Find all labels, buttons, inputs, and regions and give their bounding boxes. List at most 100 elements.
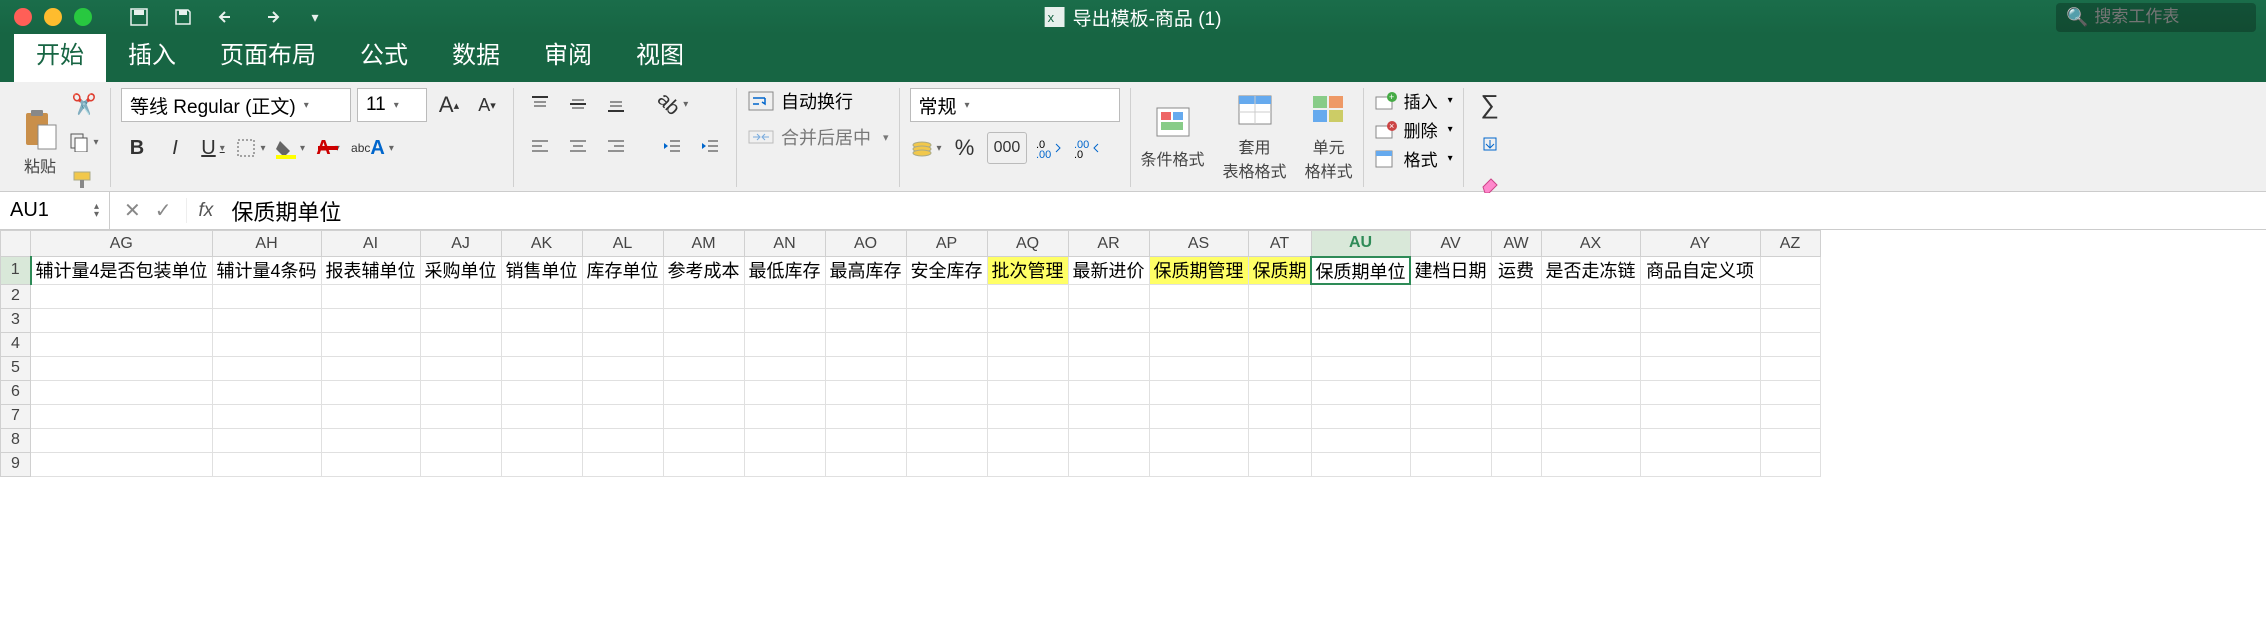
cell-AH5[interactable] — [212, 356, 321, 380]
cell-AJ6[interactable] — [420, 380, 501, 404]
cell-AR3[interactable] — [1068, 308, 1149, 332]
fill-color-button[interactable] — [273, 132, 306, 164]
font-color-button[interactable]: A — [312, 132, 344, 164]
cell-AR9[interactable] — [1068, 452, 1149, 476]
cell-AN4[interactable] — [744, 332, 825, 356]
cell-AG1[interactable]: 辅计量4是否包装单位 — [31, 257, 213, 285]
cell-AR7[interactable] — [1068, 404, 1149, 428]
cell-AU1[interactable]: 保质期单位 — [1311, 257, 1410, 285]
cell-AG7[interactable] — [31, 404, 213, 428]
search-sheet-box[interactable]: 🔍 — [2056, 3, 2256, 32]
cell-AS2[interactable] — [1149, 284, 1248, 308]
cell-AX5[interactable] — [1541, 356, 1640, 380]
cell-AW1[interactable]: 运费 — [1491, 257, 1541, 285]
cell-AN1[interactable]: 最低库存 — [744, 257, 825, 285]
col-header-AT[interactable]: AT — [1248, 231, 1311, 257]
cell-AM5[interactable] — [663, 356, 744, 380]
col-header-AM[interactable]: AM — [663, 231, 744, 257]
cell-AV6[interactable] — [1410, 380, 1491, 404]
cell-AH2[interactable] — [212, 284, 321, 308]
cell-AG8[interactable] — [31, 428, 213, 452]
row-header-1[interactable]: 1 — [1, 257, 31, 285]
cell-AZ8[interactable] — [1760, 428, 1820, 452]
align-left-button[interactable] — [524, 130, 556, 162]
align-bottom-button[interactable] — [600, 88, 632, 120]
cell-AL3[interactable] — [582, 308, 663, 332]
col-header-AU[interactable]: AU — [1311, 231, 1410, 257]
row-header-7[interactable]: 7 — [1, 404, 31, 428]
cell-AR4[interactable] — [1068, 332, 1149, 356]
cell-AI3[interactable] — [321, 308, 420, 332]
cell-AY3[interactable] — [1640, 308, 1760, 332]
italic-button[interactable]: I — [159, 132, 191, 164]
cell-AP8[interactable] — [906, 428, 987, 452]
cell-AL4[interactable] — [582, 332, 663, 356]
cell-AP7[interactable] — [906, 404, 987, 428]
decrease-font-button[interactable]: A▾ — [471, 89, 503, 121]
cell-AM4[interactable] — [663, 332, 744, 356]
cell-AT2[interactable] — [1248, 284, 1311, 308]
cell-AZ2[interactable] — [1760, 284, 1820, 308]
cell-AO7[interactable] — [825, 404, 906, 428]
cell-AN7[interactable] — [744, 404, 825, 428]
cell-AW6[interactable] — [1491, 380, 1541, 404]
cell-AY1[interactable]: 商品自定义项 — [1640, 257, 1760, 285]
insert-cells-button[interactable]: + 插入▾ — [1374, 88, 1453, 113]
cell-AH8[interactable] — [212, 428, 321, 452]
customize-qat-button[interactable]: ▾ — [302, 4, 328, 30]
cell-AQ9[interactable] — [987, 452, 1068, 476]
copy-button[interactable] — [68, 126, 100, 158]
cell-AK9[interactable] — [501, 452, 582, 476]
cell-AO8[interactable] — [825, 428, 906, 452]
cell-AK1[interactable]: 销售单位 — [501, 257, 582, 285]
cell-AH3[interactable] — [212, 308, 321, 332]
cell-AV4[interactable] — [1410, 332, 1491, 356]
cell-AP4[interactable] — [906, 332, 987, 356]
cell-AZ1[interactable] — [1760, 257, 1820, 285]
close-window-button[interactable] — [14, 8, 32, 26]
cell-AW9[interactable] — [1491, 452, 1541, 476]
cell-AX6[interactable] — [1541, 380, 1640, 404]
cell-AP5[interactable] — [906, 356, 987, 380]
cell-AI8[interactable] — [321, 428, 420, 452]
col-header-AY[interactable]: AY — [1640, 231, 1760, 257]
row-header-8[interactable]: 8 — [1, 428, 31, 452]
col-header-AL[interactable]: AL — [582, 231, 663, 257]
col-header-AH[interactable]: AH — [212, 231, 321, 257]
cell-AY8[interactable] — [1640, 428, 1760, 452]
cell-AT6[interactable] — [1248, 380, 1311, 404]
cell-AT5[interactable] — [1248, 356, 1311, 380]
cell-AN8[interactable] — [744, 428, 825, 452]
cell-AN6[interactable] — [744, 380, 825, 404]
cell-AQ8[interactable] — [987, 428, 1068, 452]
cell-AU7[interactable] — [1311, 404, 1410, 428]
cell-AO9[interactable] — [825, 452, 906, 476]
cell-AI7[interactable] — [321, 404, 420, 428]
cell-AI5[interactable] — [321, 356, 420, 380]
cell-AP3[interactable] — [906, 308, 987, 332]
cell-AK2[interactable] — [501, 284, 582, 308]
cell-AM7[interactable] — [663, 404, 744, 428]
paste-button[interactable]: 粘贴 — [18, 107, 62, 177]
cell-AH4[interactable] — [212, 332, 321, 356]
align-right-button[interactable] — [600, 130, 632, 162]
cell-AP9[interactable] — [906, 452, 987, 476]
wrap-text-button[interactable]: 自动换行 — [747, 88, 889, 114]
cell-AM9[interactable] — [663, 452, 744, 476]
cell-AQ7[interactable] — [987, 404, 1068, 428]
cell-AG4[interactable] — [31, 332, 213, 356]
cell-AO1[interactable]: 最高库存 — [825, 257, 906, 285]
cell-styles-button[interactable]: 单元 格样式 — [1305, 88, 1353, 182]
col-header-AR[interactable]: AR — [1068, 231, 1149, 257]
cell-AT4[interactable] — [1248, 332, 1311, 356]
cell-AV1[interactable]: 建档日期 — [1410, 257, 1491, 285]
cell-AR1[interactable]: 最新进价 — [1068, 257, 1149, 285]
increase-font-button[interactable]: A▴ — [433, 89, 465, 121]
cell-AI4[interactable] — [321, 332, 420, 356]
cell-AP2[interactable] — [906, 284, 987, 308]
cell-AL1[interactable]: 库存单位 — [582, 257, 663, 285]
col-header-AX[interactable]: AX — [1541, 231, 1640, 257]
col-header-AV[interactable]: AV — [1410, 231, 1491, 257]
cell-AZ7[interactable] — [1760, 404, 1820, 428]
cell-AQ1[interactable]: 批次管理 — [987, 257, 1068, 285]
